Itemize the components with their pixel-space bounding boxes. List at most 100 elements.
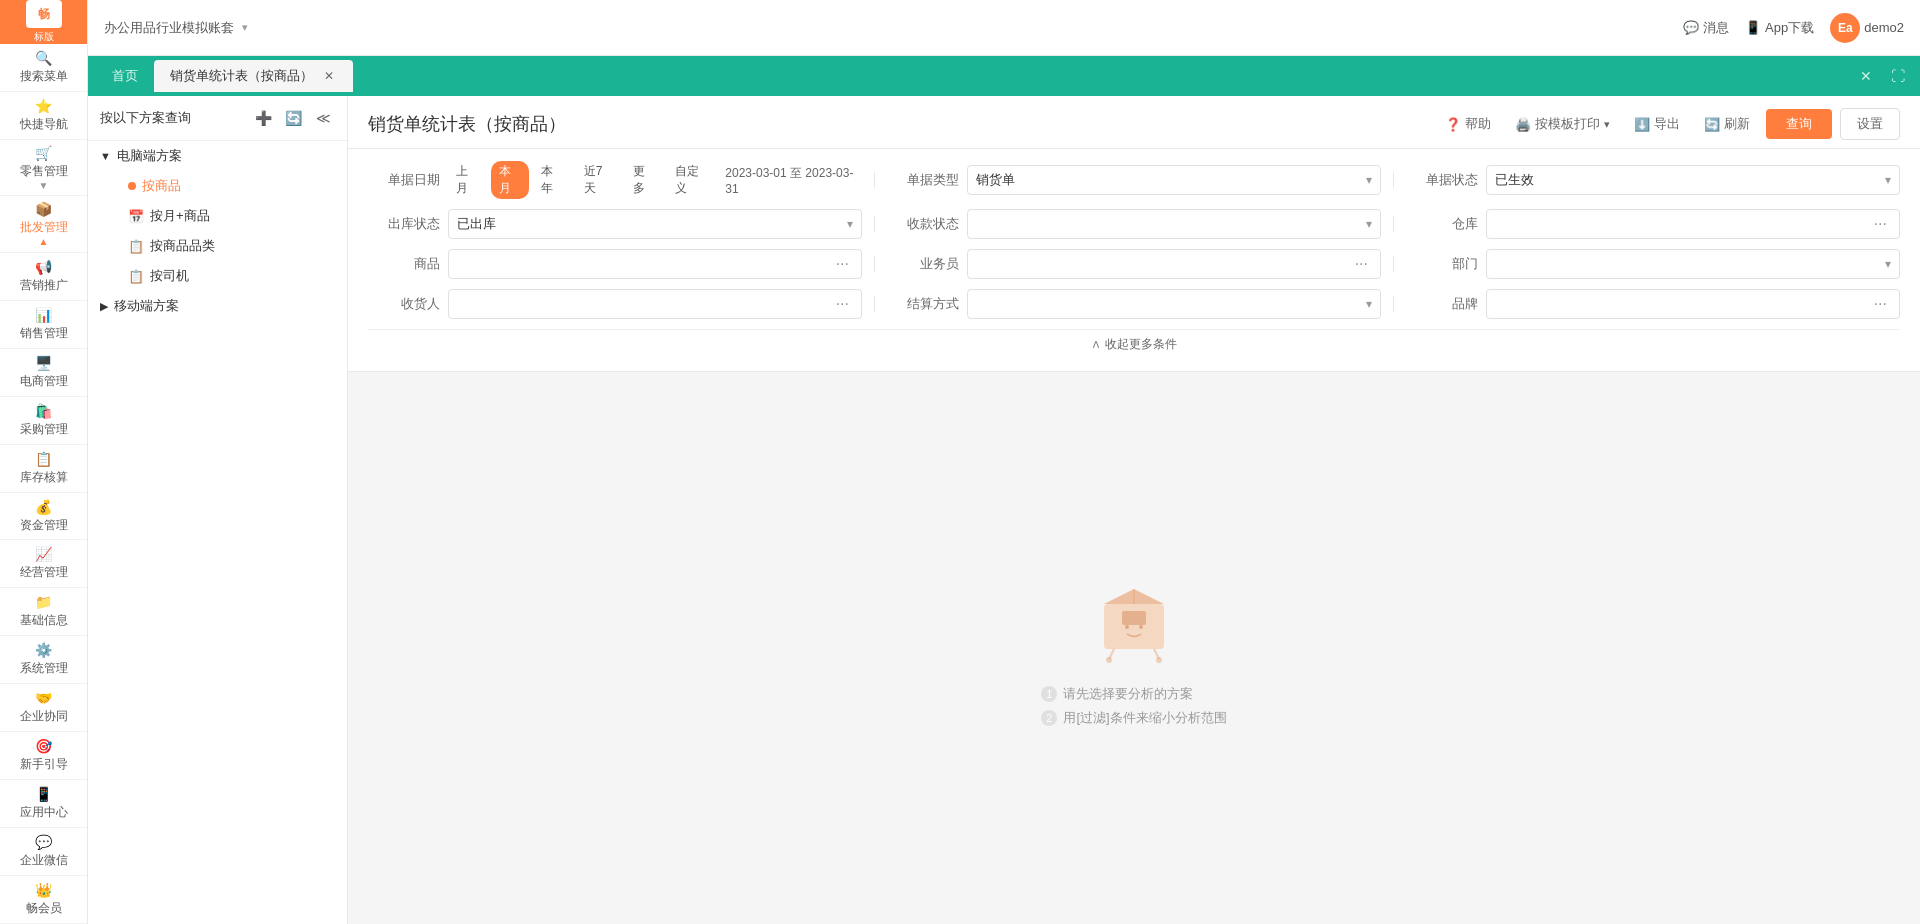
payment-status-select[interactable]: ▾ xyxy=(967,209,1381,239)
refresh-icon: 🔄 xyxy=(1704,117,1720,132)
sidebar-item-ecommerce[interactable]: 🖥️ 电商管理 xyxy=(0,349,87,397)
template-print-btn[interactable]: 🖨️ 按模板打印 ▾ xyxy=(1507,111,1618,137)
download-icon: 📱 xyxy=(1745,20,1761,35)
more-icon[interactable]: ··· xyxy=(1351,255,1372,273)
product-input[interactable]: ··· xyxy=(448,249,862,279)
sidebar-item-member[interactable]: 👑 畅会员 xyxy=(0,876,87,924)
sidebar-item-finance[interactable]: 💰 资金管理 xyxy=(0,493,87,541)
sidebar-item-purchase[interactable]: 🛍️ 采购管理 xyxy=(0,397,87,445)
sidebar-item-retail[interactable]: 🛒 零售管理 ▼ xyxy=(0,140,87,196)
chevron-down-icon: ▾ xyxy=(1885,257,1891,271)
home-tab-label: 首页 xyxy=(112,67,138,85)
add-scheme-btn[interactable]: ➕ xyxy=(251,106,275,130)
salesperson-label: 业务员 xyxy=(887,255,967,273)
user-profile-btn[interactable]: Ea demo2 xyxy=(1830,13,1904,43)
sidebar-item-search[interactable]: 🔍 搜索菜单 xyxy=(0,44,87,92)
help-btn[interactable]: ❓ 帮助 xyxy=(1437,111,1499,137)
filter-divider xyxy=(874,256,875,272)
sidebar-item-wholesale[interactable]: 📦 批发管理 ▲ xyxy=(0,196,87,252)
out-status-filter-cell: 出库状态 已出库 ▾ xyxy=(368,209,862,239)
message-btn[interactable]: 💬 消息 xyxy=(1683,19,1729,37)
tree-item-by-product-category[interactable]: 📋 按商品品类 xyxy=(116,231,347,261)
date-filter-row: 上月 本月 本年 近7天 更多 自定义 2023-03-01 至 2023-03… xyxy=(448,161,862,199)
more-icon[interactable]: ··· xyxy=(832,295,853,313)
tab-bar-actions: ✕ ⛶ xyxy=(1852,62,1912,90)
refresh-scheme-btn[interactable]: 🔄 xyxy=(281,106,305,130)
date-tab-7days[interactable]: 近7天 xyxy=(576,161,621,199)
category-icon: 📋 xyxy=(128,239,144,254)
settlement-select[interactable]: ▾ xyxy=(967,289,1381,319)
sidebar-item-business[interactable]: 📈 经营管理 xyxy=(0,540,87,588)
settlement-label: 结算方式 xyxy=(887,295,967,313)
filter-divider xyxy=(1393,296,1394,312)
business-icon: 📈 xyxy=(35,546,52,562)
tree-item-by-dept[interactable]: 📋 按司机 xyxy=(116,261,347,291)
wholesale-icon: 📦 xyxy=(35,201,52,217)
tree-item-by-product[interactable]: 按商品 xyxy=(116,171,347,201)
sidebar-item-enterprise[interactable]: 🤝 企业协同 xyxy=(0,684,87,732)
page-actions: ❓ 帮助 🖨️ 按模板打印 ▾ ⬇️ 导出 🔄 刷新 xyxy=(1437,108,1900,140)
app-subtitle: 标版 xyxy=(34,30,54,44)
sidebar-item-newbie[interactable]: 🎯 新手引导 xyxy=(0,732,87,780)
salesperson-filter-cell: 业务员 ··· xyxy=(887,249,1381,279)
sidebar-item-label: 基础信息 xyxy=(20,612,68,629)
sidebar-item-system[interactable]: ⚙️ 系统管理 xyxy=(0,636,87,684)
sidebar: 畅 标版 🔍 搜索菜单 ⭐ 快捷导航 🛒 零售管理 ▼ 📦 批发管理 ▲ 📢 营… xyxy=(0,0,88,924)
collapse-panel-btn[interactable]: ≪ xyxy=(311,106,335,130)
collapse-filter-btn[interactable]: ∧ 收起更多条件 xyxy=(368,329,1900,359)
chevron-down-icon: ▾ xyxy=(1604,118,1610,131)
tab-close-btn[interactable]: ✕ xyxy=(321,68,337,84)
sidebar-item-inventory[interactable]: 📋 库存核算 xyxy=(0,445,87,493)
tree-group-mobile[interactable]: ▶ 移动端方案 xyxy=(88,291,347,321)
date-tab-this-year[interactable]: 本年 xyxy=(533,161,572,199)
date-tab-this-month[interactable]: 本月 xyxy=(491,161,530,199)
sidebar-item-sales[interactable]: 📊 销售管理 xyxy=(0,301,87,349)
settings-button[interactable]: 设置 xyxy=(1840,108,1900,140)
right-panel: 销货单统计表（按商品） ❓ 帮助 🖨️ 按模板打印 ▾ ⬇️ 导出 xyxy=(348,96,1920,924)
empty-tip-2: 2 用[过滤]条件来缩小分析范围 xyxy=(1041,709,1226,727)
warehouse-input[interactable]: ··· xyxy=(1486,209,1900,239)
salesperson-input[interactable]: ··· xyxy=(967,249,1381,279)
chevron-down-icon: ▾ xyxy=(1366,173,1372,187)
tab-expand-btn[interactable]: ⛶ xyxy=(1884,62,1912,90)
department-select[interactable]: ▾ xyxy=(1486,249,1900,279)
refresh-btn[interactable]: 🔄 刷新 xyxy=(1696,111,1758,137)
finance-icon: 💰 xyxy=(35,499,52,515)
tab-sales-stats[interactable]: 销货单统计表（按商品） ✕ xyxy=(154,60,353,92)
message-label: 消息 xyxy=(1703,19,1729,37)
more-icon[interactable]: ··· xyxy=(1870,295,1891,313)
sidebar-item-wechat[interactable]: 💬 企业微信 xyxy=(0,828,87,876)
receiver-input[interactable]: ··· xyxy=(448,289,862,319)
out-status-select[interactable]: 已出库 ▾ xyxy=(448,209,862,239)
sidebar-item-app-center[interactable]: 📱 应用中心 xyxy=(0,780,87,828)
tab-home[interactable]: 首页 xyxy=(96,60,154,92)
more-icon[interactable]: ··· xyxy=(1870,215,1891,233)
date-tab-more[interactable]: 更多 xyxy=(625,161,664,199)
sidebar-item-marketing[interactable]: 📢 营销推广 xyxy=(0,253,87,301)
print-icon: 🖨️ xyxy=(1515,117,1531,132)
date-tab-custom[interactable]: 自定义 xyxy=(667,161,717,199)
sidebar-item-label: 营销推广 xyxy=(20,277,68,294)
chevron-down-icon[interactable]: ▾ xyxy=(242,21,248,34)
more-icon[interactable]: ··· xyxy=(832,255,853,273)
doc-status-select[interactable]: 已生效 ▾ xyxy=(1486,165,1900,195)
query-button[interactable]: 查询 xyxy=(1766,109,1832,139)
ecommerce-icon: 🖥️ xyxy=(35,355,52,371)
app-center-icon: 📱 xyxy=(35,786,52,802)
out-status-value: 已出库 xyxy=(457,215,496,233)
export-btn[interactable]: ⬇️ 导出 xyxy=(1626,111,1688,137)
doc-type-value: 销货单 xyxy=(976,171,1015,189)
tree-group-pc[interactable]: ▼ 电脑端方案 xyxy=(88,141,347,171)
brand-input[interactable]: ··· xyxy=(1486,289,1900,319)
sidebar-item-basic[interactable]: 📁 基础信息 xyxy=(0,588,87,636)
tab-close-all-btn[interactable]: ✕ xyxy=(1852,62,1880,90)
date-tab-last-month[interactable]: 上月 xyxy=(448,161,487,199)
sidebar-item-label: 应用中心 xyxy=(20,804,68,821)
doc-type-select[interactable]: 销货单 ▾ xyxy=(967,165,1381,195)
sidebar-item-shortcut[interactable]: ⭐ 快捷导航 xyxy=(0,92,87,140)
svg-rect-0 xyxy=(1104,604,1164,649)
date-label: 单据日期 xyxy=(368,171,448,189)
export-icon: ⬇️ xyxy=(1634,117,1650,132)
tree-item-by-month-product[interactable]: 📅 按月+商品 xyxy=(116,201,347,231)
app-download-btn[interactable]: 📱 App下载 xyxy=(1745,19,1814,37)
